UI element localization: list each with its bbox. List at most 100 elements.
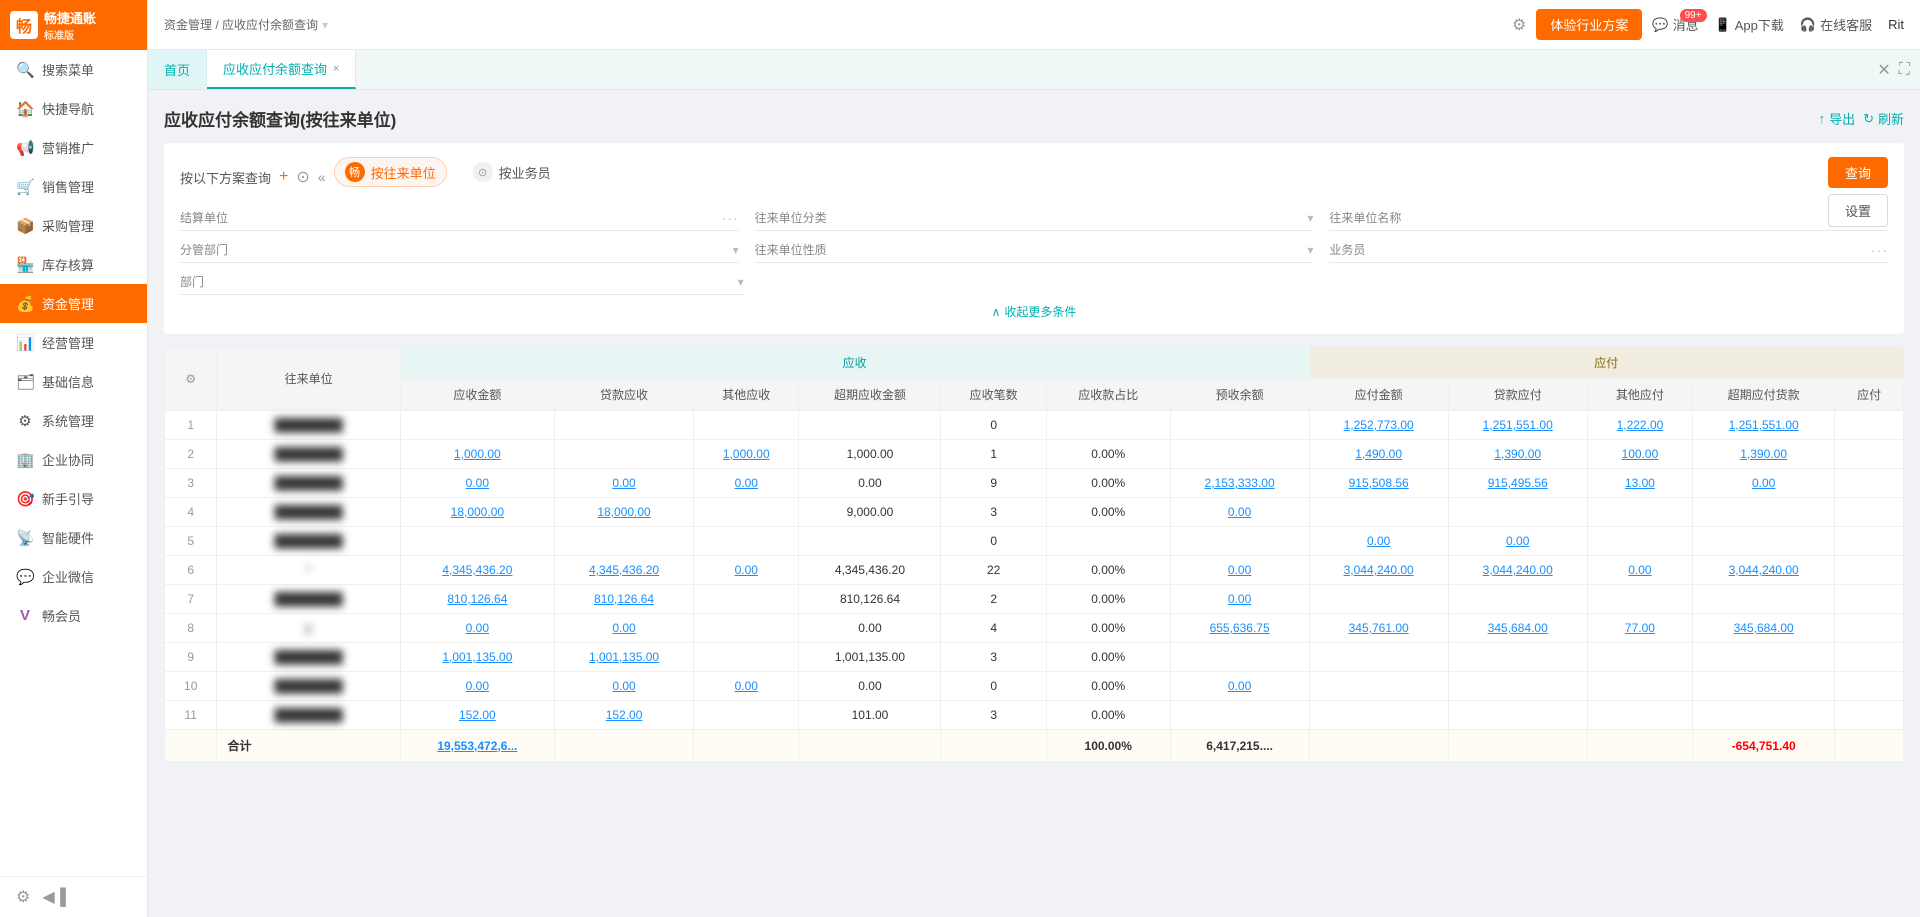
loan-ar-cell: 0.00	[555, 469, 694, 498]
filter-field-partner-nature[interactable]: 往来单位性质 ▾	[755, 241, 1314, 263]
logo-main-text: 畅捷通账	[44, 8, 96, 27]
ar-pct-cell: 0.00%	[1046, 556, 1170, 585]
export-button[interactable]: ↑ 导出	[1819, 109, 1856, 128]
filter-collapse-icon[interactable]: «	[318, 169, 326, 185]
header-gear-icon[interactable]: ⚙	[1512, 15, 1526, 35]
partner-category-label: 往来单位分类	[755, 209, 835, 226]
maximize-window-icon[interactable]: ⛶	[1899, 61, 1910, 79]
sidebar-item-hardware[interactable]: 📡 智能硬件	[0, 518, 147, 557]
prepay-cell	[1170, 527, 1309, 556]
loan-ar-cell: 810,126.64	[555, 585, 694, 614]
other-ar-header: 其他应收	[694, 379, 799, 411]
filter-option-salesperson[interactable]: ⊙ 按业务员	[463, 157, 561, 187]
settings-button[interactable]: 设置	[1828, 194, 1888, 227]
overdue-ap-cell	[1693, 498, 1835, 527]
salesperson-input[interactable]	[1413, 243, 1867, 257]
tab-ar-query[interactable]: 应收应付余额查询 ×	[207, 50, 356, 89]
collapse-filter-button[interactable]: ∧ 收起更多条件	[992, 303, 1077, 320]
ap-amount-cell	[1309, 585, 1448, 614]
filter-field-salesperson[interactable]: 业务员 ···	[1329, 241, 1888, 263]
partner-nature-arrow-icon: ▾	[1307, 243, 1313, 257]
export-icon: ↑	[1819, 111, 1826, 126]
loan-ar-cell: 0.00	[555, 672, 694, 701]
other-ap-cell	[1587, 498, 1692, 527]
dept-input[interactable]	[264, 243, 729, 257]
filter-option-partner[interactable]: 畅 按往来单位	[334, 157, 447, 187]
ar-amount-cell: 152.00	[400, 701, 554, 730]
settings-col-header[interactable]: ⚙	[165, 347, 217, 411]
sidebar-item-guide[interactable]: 🎯 新手引导	[0, 479, 147, 518]
close-window-icon[interactable]: ✕	[1877, 60, 1890, 80]
sidebar-item-label: 搜索菜单	[42, 60, 94, 79]
filter-config-icon[interactable]: ⊙	[296, 167, 309, 187]
overdue-ar-cell: 101.00	[799, 701, 941, 730]
filter-field-partner-name[interactable]: 往来单位名称	[1329, 209, 1888, 231]
refresh-button[interactable]: ↻ 刷新	[1863, 109, 1904, 128]
table-row: 4 ████████ 18,000.00 18,000.00 9,000.00 …	[165, 498, 1904, 527]
other-ar-cell	[694, 614, 799, 643]
row-num-7: 7	[165, 585, 217, 614]
ar-count-cell: 0	[941, 672, 1046, 701]
message-button[interactable]: 💬 消息 99+	[1652, 15, 1698, 34]
sidebar-item-wechat[interactable]: 💬 企业微信	[0, 557, 147, 596]
sidebar-item-member[interactable]: V 畅会员	[0, 596, 147, 635]
settlement-input[interactable]	[264, 211, 718, 225]
sidebar-item-system[interactable]: ⚙ 系统管理	[0, 401, 147, 440]
online-service-button[interactable]: 🎧 在线客服	[1800, 15, 1872, 34]
other-ap-header: 其他应付	[1587, 379, 1692, 411]
sidebar-item-nav[interactable]: 🏠 快捷导航	[0, 89, 147, 128]
overdue-ar-cell: 0.00	[799, 614, 941, 643]
prepay-cell: 655,636.75	[1170, 614, 1309, 643]
ap-amount-cell	[1309, 643, 1448, 672]
collapse-sidebar-icon[interactable]: ◀▐	[42, 887, 66, 907]
filter-option-partner-label: 按往来单位	[371, 163, 436, 182]
sidebar-item-purchase[interactable]: 📦 采购管理	[0, 206, 147, 245]
filter-field-settlement[interactable]: 结算单位 ···	[180, 209, 739, 231]
sidebar-item-finance[interactable]: 💰 资金管理	[0, 284, 147, 323]
ar-pct-cell: 0.00%	[1046, 585, 1170, 614]
cta-button[interactable]: 体验行业方案	[1536, 9, 1642, 40]
partner-name-cell: p	[217, 614, 400, 643]
partner-name-cell: ████████	[217, 701, 400, 730]
footer-label: 合计	[217, 730, 400, 762]
sidebar-item-operations[interactable]: 📊 经营管理	[0, 323, 147, 362]
sidebar-item-inventory[interactable]: 🏪 库存核算	[0, 245, 147, 284]
footer-empty-1	[165, 730, 217, 762]
user-name[interactable]: Rit	[1888, 17, 1904, 32]
partner-category-input[interactable]	[839, 211, 1304, 225]
department-input[interactable]	[264, 275, 734, 289]
filter-field-dept[interactable]: 分管部门 ▾	[180, 241, 739, 263]
row-num-1: 1	[165, 411, 217, 440]
overdue-ap-cell: 1,251,551.00	[1693, 411, 1835, 440]
overdue-ap-cell: 1,390.00	[1693, 440, 1835, 469]
tab-close-icon[interactable]: ×	[333, 63, 339, 75]
table-col-header-row: 应收金额 贷款应收 其他应收 超期应收金额 应收笔数 应收款占比 预收余额 应付…	[165, 379, 1904, 411]
inventory-icon: 🏪	[16, 256, 34, 274]
filter-label: 按以下方案查询	[180, 168, 271, 187]
query-button[interactable]: 查询	[1828, 157, 1888, 188]
settings-bottom-icon[interactable]: ⚙	[16, 887, 30, 907]
sidebar-item-label: 企业协同	[42, 450, 94, 469]
app-download-button[interactable]: 📱 App下载	[1715, 15, 1784, 34]
row-num-3: 3	[165, 469, 217, 498]
filter-field-department[interactable]: 部门 ▾	[180, 273, 744, 295]
sidebar-item-marketing[interactable]: 📢 营销推广	[0, 128, 147, 167]
partner-name-cell: ████████	[217, 469, 400, 498]
overdue-ar-cell: 9,000.00	[799, 498, 941, 527]
ap-amount-cell: 0.00	[1309, 527, 1448, 556]
sidebar-item-enterprise[interactable]: 🏢 企业协同	[0, 440, 147, 479]
partner-nature-input[interactable]	[839, 243, 1304, 257]
other-ap-cell	[1587, 643, 1692, 672]
other-ar-cell	[694, 585, 799, 614]
loan-ar-cell: 1,001,135.00	[555, 643, 694, 672]
tab-home[interactable]: 首页	[148, 50, 207, 89]
ap-amount-header: 应付金额	[1309, 379, 1448, 411]
filter-field-partner-category[interactable]: 往来单位分类 ▾	[755, 209, 1314, 231]
ap2-cell	[1835, 498, 1904, 527]
filter-add-icon[interactable]: +	[279, 168, 288, 186]
sidebar-item-sales[interactable]: 🛒 销售管理	[0, 167, 147, 206]
ap2-cell	[1835, 527, 1904, 556]
main-content: 应收应付余额查询(按往来单位) ↑ 导出 ↻ 刷新 按以下方案查询 + ⊙ « …	[148, 90, 1920, 917]
sidebar-item-basic[interactable]: 🗂 基础信息	[0, 362, 147, 401]
sidebar-item-search[interactable]: 🔍 搜索菜单	[0, 50, 147, 89]
